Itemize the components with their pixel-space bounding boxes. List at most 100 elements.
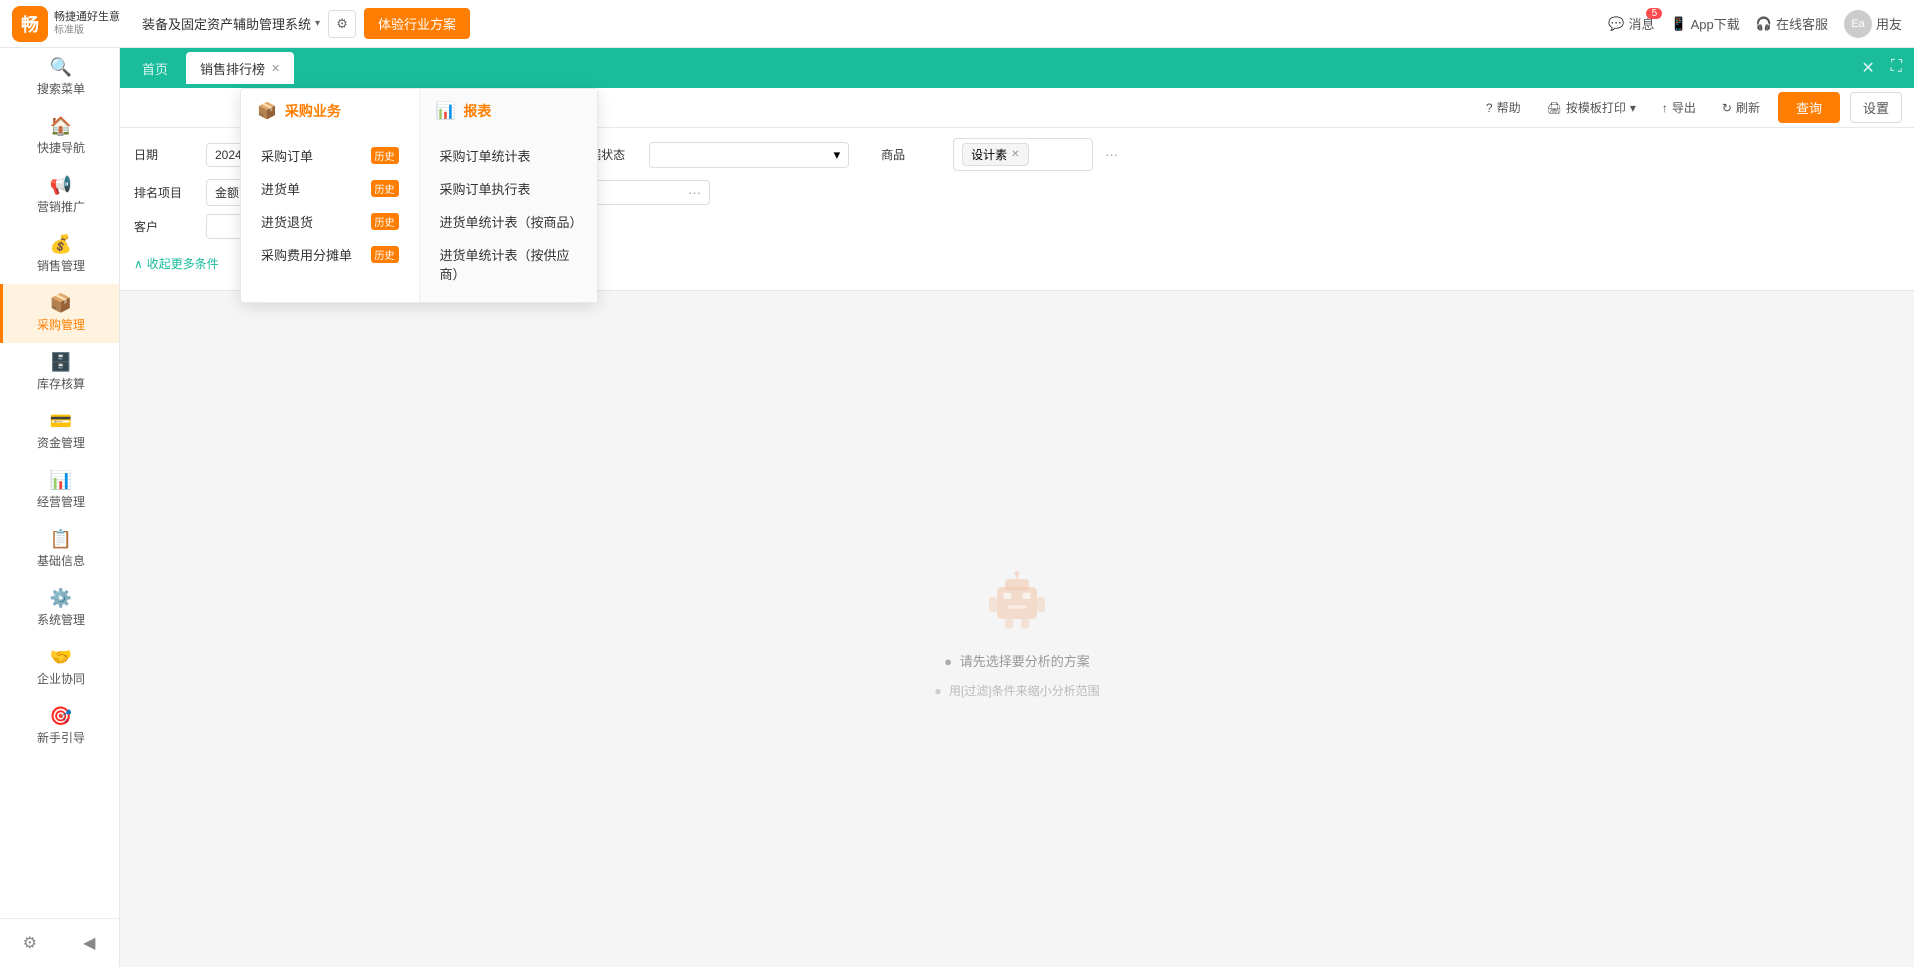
headset-icon: 🎧 bbox=[1756, 16, 1772, 32]
tab-close-icon[interactable]: ✕ bbox=[271, 62, 280, 75]
sidebar-label-operation: 经营管理 bbox=[37, 493, 85, 510]
dropdown-item-purchase-cost[interactable]: 采购费用分摊单 历史 bbox=[257, 238, 403, 271]
tab-close-all-btn[interactable]: ✕ bbox=[1857, 54, 1878, 82]
tab-bar-actions: ✕ ⛶ bbox=[1857, 54, 1906, 82]
app-download-item[interactable]: 📱 App下载 bbox=[1670, 14, 1739, 33]
main-layout: 🔍 搜索菜单 🏠 快捷导航 📢 营销推广 💰 销售管理 📦 采购管理 🗄️ 库存… bbox=[0, 48, 1914, 967]
sidebar-item-sales[interactable]: 💰 销售管理 bbox=[0, 225, 119, 284]
dropdown-item-purchase-order[interactable]: 采购订单 历史 bbox=[257, 139, 403, 172]
tab-expand-btn[interactable]: ⛶ bbox=[1887, 54, 1906, 82]
purchase-dropdown: 📦 采购业务 采购订单 历史 进货单 历史 进货退货 历史 采购费用分摊单 bbox=[240, 88, 598, 303]
message-badge: 5 bbox=[1646, 8, 1662, 19]
phone-icon: 📱 bbox=[1670, 16, 1686, 32]
top-bar-right: 💬 消息 5 📱 App下载 🎧 在线客服 Ea 用友 bbox=[1608, 10, 1902, 38]
gear-icon: ⚙ bbox=[336, 16, 348, 32]
export-icon: ↑ bbox=[1662, 101, 1668, 115]
sidebar-label-collab: 企业协同 bbox=[37, 670, 85, 687]
industry-button[interactable]: 体验行业方案 bbox=[364, 8, 470, 39]
sidebar-item-search[interactable]: 🔍 搜索菜单 bbox=[0, 48, 119, 107]
box-icon: 📦 bbox=[50, 294, 72, 312]
sidebar-item-basic[interactable]: 📋 基础信息 bbox=[0, 520, 119, 579]
sidebar-label-marketing: 营销推广 bbox=[37, 198, 85, 215]
date-label: 日期 bbox=[134, 146, 194, 163]
purchase-col: 📦 采购业务 采购订单 历史 进货单 历史 进货退货 历史 采购费用分摊单 bbox=[241, 89, 420, 302]
sidebar-item-purchase[interactable]: 📦 采购管理 bbox=[0, 284, 119, 343]
sidebar-bottom: ⚙ ◀ bbox=[0, 918, 119, 967]
sidebar-item-system[interactable]: ⚙️ 系统管理 bbox=[0, 579, 119, 638]
sidebar-item-quick[interactable]: 🏠 快捷导航 bbox=[0, 107, 119, 166]
sidebar-label-basic: 基础信息 bbox=[37, 552, 85, 569]
content-area: 首页 销售排行榜 ✕ ✕ ⛶ ? 帮助 🖨 按模板打印 ▾ bbox=[120, 48, 1914, 967]
message-item[interactable]: 💬 消息 5 bbox=[1608, 14, 1654, 33]
sidebar-item-finance[interactable]: 💳 资金管理 bbox=[0, 402, 119, 461]
goods-label: 商品 bbox=[881, 146, 941, 163]
print-btn[interactable]: 🖨 按模板打印 ▾ bbox=[1539, 95, 1644, 120]
sidebar-item-marketing[interactable]: 📢 营销推广 bbox=[0, 166, 119, 225]
report-col-icon: 📊 bbox=[436, 101, 456, 121]
refresh-btn[interactable]: ↻ 刷新 bbox=[1714, 95, 1768, 120]
print-icon: 🖨 bbox=[1547, 101, 1562, 115]
purchase-col-icon: 📦 bbox=[257, 101, 277, 121]
toolbar-right: ? 帮助 🖨 按模板打印 ▾ ↑ 导出 ↻ 刷新 查询 设置 bbox=[1478, 92, 1902, 123]
goods-more-dots[interactable]: ··· bbox=[1105, 147, 1118, 162]
dropdown-item-report-order-stat[interactable]: 采购订单统计表 bbox=[436, 139, 582, 172]
sidebar-settings-btn[interactable]: ⚙ bbox=[14, 927, 46, 959]
settings-icon-btn[interactable]: ⚙ bbox=[328, 10, 356, 38]
dropdown-item-report-goods-by-supplier[interactable]: 进货单统计表（按供应商） bbox=[436, 238, 582, 290]
dropdown-item-goods-in[interactable]: 进货单 历史 bbox=[257, 172, 403, 205]
tab-sales-rank[interactable]: 销售排行榜 ✕ bbox=[186, 52, 294, 84]
card-icon: 💳 bbox=[50, 412, 72, 430]
export-btn[interactable]: ↑ 导出 bbox=[1654, 95, 1704, 120]
tab-sales-rank-label: 销售排行榜 bbox=[200, 59, 265, 78]
search-icon: 🔍 bbox=[50, 58, 72, 76]
top-bar-center: 装备及固定资产辅助管理系统 ▾ ⚙ 体验行业方案 bbox=[142, 8, 1598, 39]
collapse-arrow-icon: ∧ bbox=[134, 257, 143, 271]
help-btn[interactable]: ? 帮助 bbox=[1478, 95, 1529, 120]
dropdown-item-goods-return[interactable]: 进货退货 历史 bbox=[257, 205, 403, 238]
help-icon: ? bbox=[1486, 101, 1493, 115]
dropdown-item-report-goods-by-product[interactable]: 进货单统计表（按商品） bbox=[436, 205, 582, 238]
sidebar-item-guide[interactable]: 🎯 新手引导 bbox=[0, 697, 119, 756]
purchase-col-title: 📦 采购业务 bbox=[257, 101, 403, 127]
salesperson-dots[interactable]: ··· bbox=[688, 185, 701, 200]
empty-illustration bbox=[977, 559, 1057, 639]
system-name-wrap[interactable]: 装备及固定资产辅助管理系统 ▾ bbox=[142, 14, 320, 33]
history-tag-0: 历史 bbox=[371, 147, 399, 164]
voucher-status-select[interactable]: ▾ bbox=[649, 142, 849, 168]
tab-home[interactable]: 首页 bbox=[128, 52, 182, 84]
handshake-icon: 🤝 bbox=[50, 648, 72, 666]
chart-icon: 📊 bbox=[50, 471, 72, 489]
voucher-status-chevron-icon: ▾ bbox=[834, 147, 841, 163]
megaphone-icon: 📢 bbox=[50, 176, 72, 194]
sidebar-label-guide: 新手引导 bbox=[37, 729, 85, 746]
query-button[interactable]: 查询 bbox=[1778, 92, 1840, 123]
sidebar-item-inventory[interactable]: 🗄️ 库存核算 bbox=[0, 343, 119, 402]
sidebar-label-search: 搜索菜单 bbox=[37, 80, 85, 97]
user-item[interactable]: Ea 用友 bbox=[1844, 10, 1902, 38]
target-icon: 🎯 bbox=[50, 707, 72, 725]
sidebar-label-inventory: 库存核算 bbox=[37, 375, 85, 392]
settings-button[interactable]: 设置 bbox=[1850, 92, 1902, 123]
system-name: 装备及固定资产辅助管理系统 bbox=[142, 14, 311, 33]
system-icon: ⚙️ bbox=[50, 589, 72, 607]
clipboard-icon: 📋 bbox=[50, 530, 72, 548]
sidebar-item-operation[interactable]: 📊 经营管理 bbox=[0, 461, 119, 520]
warehouse-icon: 🗄️ bbox=[50, 353, 72, 371]
print-chevron-icon: ▾ bbox=[1630, 101, 1636, 115]
customer-label: 客户 bbox=[134, 218, 194, 235]
goods-tag-close-icon[interactable]: ✕ bbox=[1011, 149, 1019, 160]
goods-filter-input[interactable]: 设计素 ✕ bbox=[953, 138, 1093, 171]
sidebar-collapse-btn[interactable]: ◀ bbox=[73, 927, 105, 959]
dropdown-item-report-order-exec[interactable]: 采购订单执行表 bbox=[436, 172, 582, 205]
empty-hint-2: ● 用[过滤]条件来缩小分析范围 bbox=[934, 682, 1099, 699]
money-icon: 💰 bbox=[50, 235, 72, 253]
tab-home-label: 首页 bbox=[142, 59, 168, 78]
history-tag-3: 历史 bbox=[371, 246, 399, 263]
online-service-item[interactable]: 🎧 在线客服 bbox=[1756, 14, 1828, 33]
sidebar-label-finance: 资金管理 bbox=[37, 434, 85, 451]
sidebar-label-system: 系统管理 bbox=[37, 611, 85, 628]
sidebar-item-collab[interactable]: 🤝 企业协同 bbox=[0, 638, 119, 697]
history-tag-1: 历史 bbox=[371, 180, 399, 197]
report-col: 📊 报表 采购订单统计表 采购订单执行表 进货单统计表（按商品） 进货单统计表（… bbox=[420, 89, 598, 302]
sidebar-label-quick: 快捷导航 bbox=[37, 139, 85, 156]
